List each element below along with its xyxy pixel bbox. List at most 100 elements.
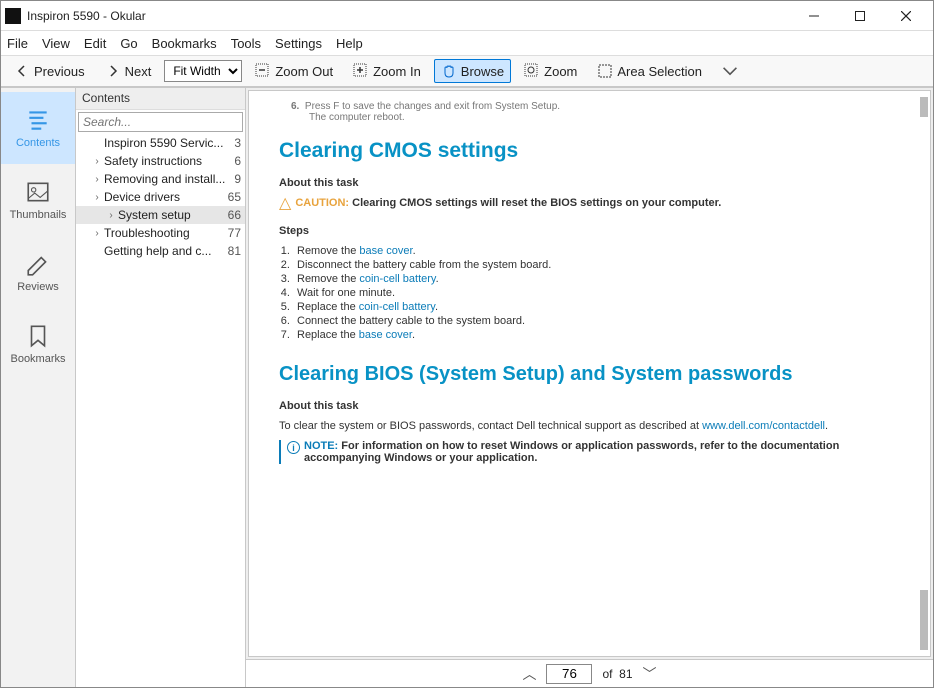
contact-link[interactable]: www.dell.com/contactdell (702, 420, 825, 432)
chevron-left-icon (14, 63, 30, 79)
page-navigation-bar: ︿ of 81 ﹀ (246, 659, 933, 687)
page-down-button[interactable]: ﹀ (643, 664, 657, 684)
document-viewport[interactable]: 6. Press F to save the changes and exit … (248, 90, 931, 657)
step-link[interactable]: base cover (359, 329, 412, 341)
toc-item-page: 66 (224, 208, 241, 222)
toc-item[interactable]: Inspiron 5590 Servic...3 (76, 134, 245, 152)
toc-item[interactable]: ›Device drivers65 (76, 188, 245, 206)
chevron-right-icon (105, 63, 121, 79)
note-box: i NOTE: For information on how to reset … (279, 440, 900, 464)
sidetab-bookmarks[interactable]: Bookmarks (1, 308, 75, 380)
zoom-icon (524, 63, 540, 79)
caution-text: CAUTION: Clearing CMOS settings will res… (295, 197, 721, 209)
expand-arrow-icon: › (90, 228, 104, 239)
hand-icon (441, 63, 457, 79)
toc-item-label: Removing and install... (104, 172, 230, 186)
contents-header: Contents (76, 88, 245, 110)
page-number-input[interactable] (546, 664, 592, 684)
about-task-label-2: About this task (279, 400, 900, 412)
main-area: Contents Thumbnails Reviews Bookmarks Co… (1, 87, 933, 687)
document-area: 6. Press F to save the changes and exit … (246, 88, 933, 687)
menu-bookmarks[interactable]: Bookmarks (152, 36, 217, 51)
step-item: Wait for one minute. (293, 287, 900, 299)
step-item: Remove the base cover. (293, 245, 900, 257)
reviews-icon (25, 251, 51, 277)
toc-item-label: Getting help and c... (104, 244, 224, 258)
toc-item[interactable]: ›System setup66 (76, 206, 245, 224)
contents-search-input[interactable] (78, 112, 243, 132)
sidetab-thumbnails[interactable]: Thumbnails (1, 164, 75, 236)
previous-label: Previous (34, 64, 85, 79)
contents-search (78, 112, 243, 132)
expand-arrow-icon: › (104, 210, 118, 221)
toc-list: Inspiron 5590 Servic...3›Safety instruct… (76, 134, 245, 687)
menu-tools[interactable]: Tools (231, 36, 261, 51)
step-link[interactable]: coin-cell battery (359, 301, 435, 313)
zoom-button[interactable]: Zoom (517, 59, 584, 83)
step-link[interactable]: base cover (359, 245, 412, 257)
sidetab-contents[interactable]: Contents (1, 92, 75, 164)
zoom-out-icon (255, 63, 271, 79)
steps-list: Remove the base cover. Disconnect the bat… (293, 245, 900, 341)
zoom-out-button[interactable]: Zoom Out (248, 59, 340, 83)
menu-go[interactable]: Go (120, 36, 137, 51)
page-up-button[interactable]: ︿ (522, 664, 536, 684)
toolbar: Previous Next Fit Width Zoom Out Zoom In… (1, 55, 933, 87)
sidetab-contents-label: Contents (16, 137, 60, 149)
clear-passwords-text: To clear the system or BIOS passwords, c… (279, 420, 900, 432)
toolbar-dropdown[interactable] (715, 59, 745, 83)
step-link[interactable]: coin-cell battery (359, 273, 435, 285)
page-of-label: of 81 (602, 667, 632, 681)
sidetab-reviews-label: Reviews (17, 281, 59, 293)
toc-item[interactable]: Getting help and c...81 (76, 242, 245, 260)
expand-arrow-icon: › (90, 156, 104, 167)
toc-item-page: 3 (230, 136, 241, 150)
expand-arrow-icon: › (90, 192, 104, 203)
maximize-button[interactable] (837, 1, 883, 31)
browse-button[interactable]: Browse (434, 59, 511, 83)
caution-box: △ CAUTION: Clearing CMOS settings will r… (279, 197, 900, 211)
scrollbar-thumb[interactable] (920, 590, 928, 650)
window-title: Inspiron 5590 - Okular (27, 9, 791, 23)
step-item: Connect the battery cable to the system … (293, 315, 900, 327)
close-button[interactable] (883, 1, 929, 31)
menu-view[interactable]: View (42, 36, 70, 51)
toc-item[interactable]: ›Troubleshooting77 (76, 224, 245, 242)
toc-item-page: 81 (224, 244, 241, 258)
sidetab-reviews[interactable]: Reviews (1, 236, 75, 308)
chevron-down-icon (722, 63, 738, 79)
minimize-button[interactable] (791, 1, 837, 31)
next-button[interactable]: Next (98, 59, 159, 83)
contents-icon (25, 107, 51, 133)
step-item: Replace the base cover. (293, 329, 900, 341)
zoom-mode-select[interactable]: Fit Width (164, 60, 242, 82)
caution-icon: △ (279, 197, 291, 211)
scrollbar-thumb-top[interactable] (920, 97, 928, 117)
truncated-line: 6. Press F to save the changes and exit … (291, 101, 900, 123)
note-text: NOTE: For information on how to reset Wi… (304, 440, 900, 464)
heading-clearing-cmos: Clearing CMOS settings (279, 139, 900, 163)
menu-settings[interactable]: Settings (275, 36, 322, 51)
toc-item-label: Inspiron 5590 Servic... (104, 136, 230, 150)
contents-pane: Contents Inspiron 5590 Servic...3›Safety… (76, 88, 246, 687)
menu-edit[interactable]: Edit (84, 36, 106, 51)
thumbnails-icon (25, 179, 51, 205)
toc-item-label: Troubleshooting (104, 226, 224, 240)
menu-help[interactable]: Help (336, 36, 363, 51)
zoom-in-button[interactable]: Zoom In (346, 59, 428, 83)
selection-icon (597, 63, 613, 79)
toc-item-page: 6 (230, 154, 241, 168)
sidetab-bookmarks-label: Bookmarks (10, 353, 65, 365)
step-item: Remove the coin-cell battery. (293, 273, 900, 285)
bookmark-icon (25, 323, 51, 349)
expand-arrow-icon: › (90, 174, 104, 185)
zoom-label: Zoom (544, 64, 577, 79)
previous-button[interactable]: Previous (7, 59, 92, 83)
area-label: Area Selection (617, 64, 702, 79)
menu-file[interactable]: File (7, 36, 28, 51)
toc-item[interactable]: ›Safety instructions6 (76, 152, 245, 170)
steps-label: Steps (279, 225, 900, 237)
step-item: Disconnect the battery cable from the sy… (293, 259, 900, 271)
toc-item[interactable]: ›Removing and install...9 (76, 170, 245, 188)
area-selection-button[interactable]: Area Selection (590, 59, 709, 83)
